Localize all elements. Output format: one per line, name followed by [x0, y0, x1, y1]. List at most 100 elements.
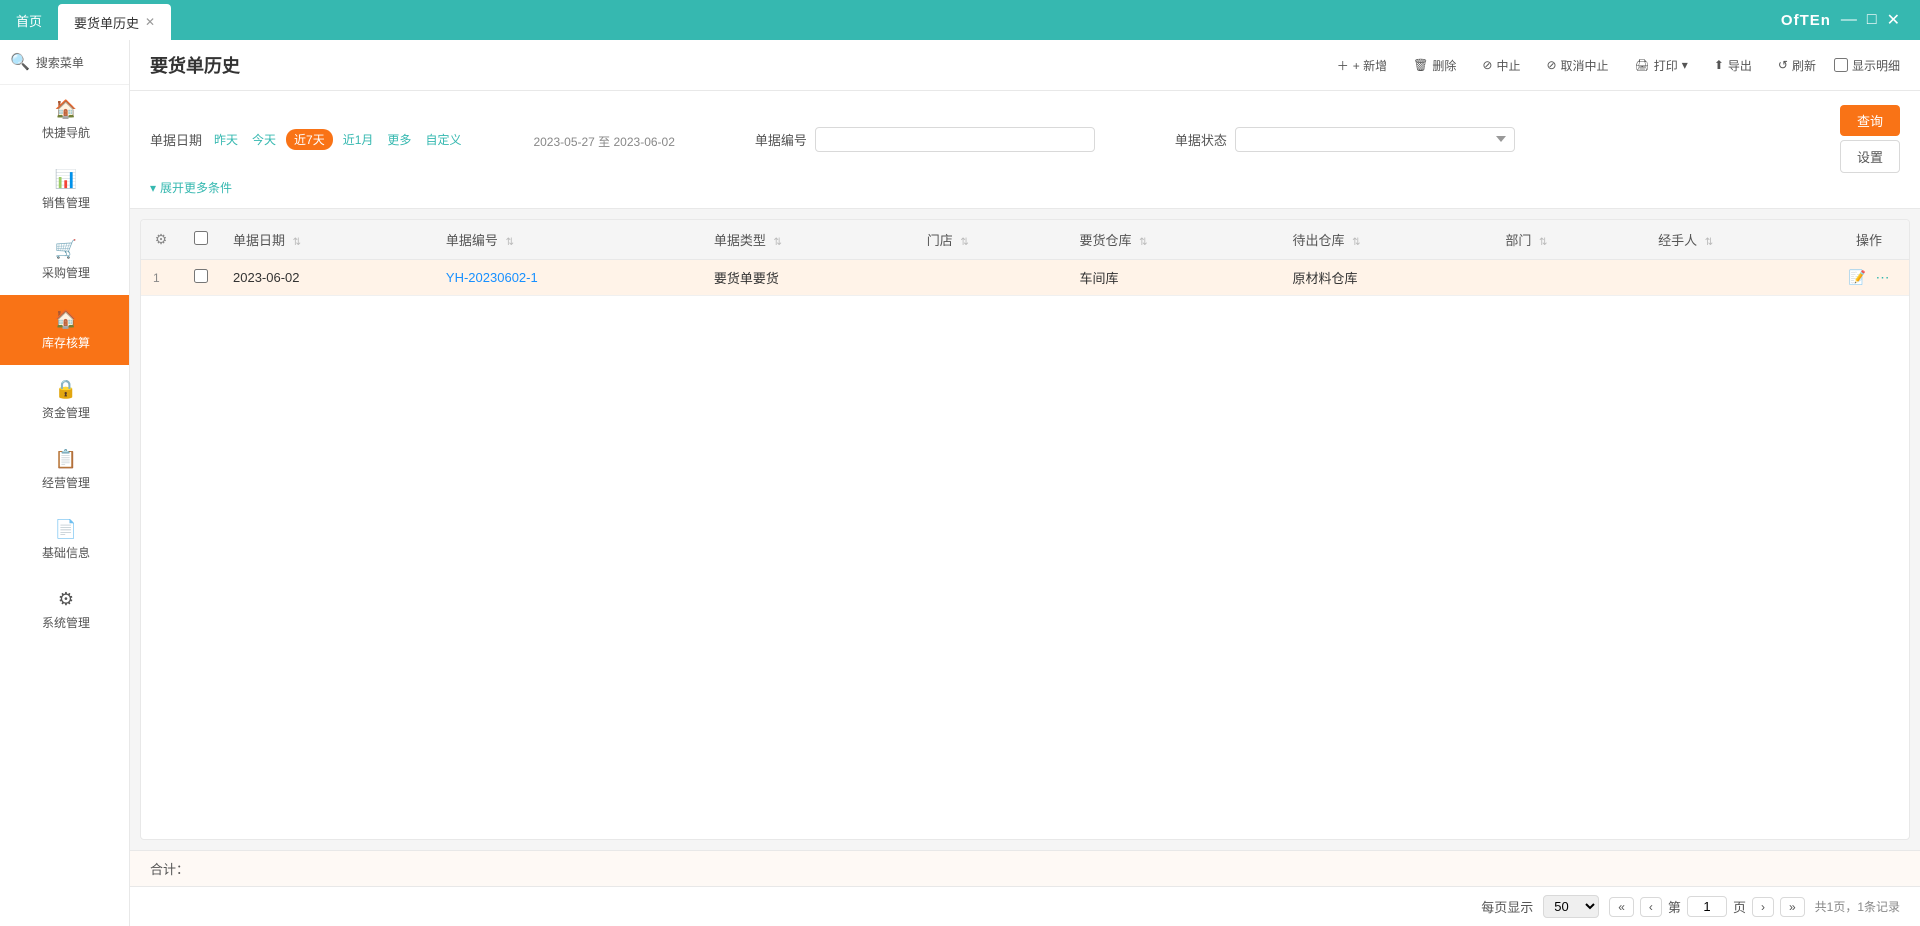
sidebar-item-inventory[interactable]: 🏠 库存核算: [0, 295, 129, 365]
close-window-icon[interactable]: ✕: [1887, 10, 1900, 30]
date-shortcuts: 昨天 今天 近7天 近1月 更多 自定义: [210, 129, 465, 150]
expand-more-button[interactable]: ▾ 展开更多条件: [150, 179, 1900, 196]
sum-label: 合计：: [150, 859, 189, 878]
shortcut-more[interactable]: 更多: [383, 129, 415, 150]
filter-doc-status: 单据状态: [1175, 127, 1515, 152]
sidebar-item-business[interactable]: 📋 经营管理: [0, 435, 129, 505]
shortcut-custom[interactable]: 自定义: [421, 129, 465, 150]
sidebar-item-sales[interactable]: 📊 销售管理: [0, 155, 129, 225]
page-nav: « ‹ 第 页 › »: [1609, 896, 1804, 917]
tab-close-icon[interactable]: ✕: [145, 15, 155, 29]
tab-active[interactable]: 要货单历史 ✕: [58, 4, 171, 40]
settings-button[interactable]: 设置: [1840, 140, 1900, 173]
sort-pending-warehouse-icon[interactable]: ⇅: [1352, 237, 1360, 248]
shortcut-7days[interactable]: 近7天: [286, 129, 333, 150]
col-doc-date: 单据日期 ⇅: [221, 220, 434, 260]
sidebar-search-label: 搜索菜单: [36, 54, 84, 71]
new-button[interactable]: ＋ + 新增: [1329, 53, 1395, 78]
col-checkbox-header: [181, 220, 221, 260]
new-icon: ＋: [1337, 57, 1349, 74]
stop-button[interactable]: ⊘ 中止: [1474, 53, 1528, 78]
doc-status-label: 单据状态: [1175, 130, 1227, 149]
doc-no-input[interactable]: [815, 127, 1095, 152]
col-store: 门店 ⇅: [915, 220, 1068, 260]
sort-req-warehouse-icon[interactable]: ⇅: [1139, 237, 1147, 248]
sidebar-item-purchase[interactable]: 🛒 采购管理: [0, 225, 129, 295]
top-bar-right: OfTEn — □ ✕: [1781, 10, 1920, 30]
display-detail-checkbox[interactable]: [1834, 58, 1848, 72]
row-checkbox[interactable]: [194, 269, 208, 283]
col-department: 部门 ⇅: [1493, 220, 1646, 260]
display-detail-check[interactable]: 显示明细: [1834, 57, 1900, 74]
filter-area: 单据日期 昨天 今天 近7天 近1月 更多 自定义 2023-05-27 至 2…: [130, 91, 1920, 209]
export-button[interactable]: ⬆ 导出: [1706, 53, 1760, 78]
col-doc-no: 单据编号 ⇅: [434, 220, 702, 260]
print-dropdown-icon: ▾: [1682, 58, 1688, 72]
per-page-select[interactable]: 50 10 20 100: [1543, 895, 1599, 918]
page-input[interactable]: [1687, 896, 1727, 917]
content-area: 要货单历史 ＋ + 新增 🗑 删除 ⊘ 中止 ⊘ 取消中止: [130, 40, 1920, 926]
row-more-icon[interactable]: ⋯: [1876, 269, 1890, 285]
query-button[interactable]: 查询: [1840, 105, 1900, 136]
delete-button[interactable]: 🗑 删除: [1405, 53, 1464, 78]
maximize-icon[interactable]: □: [1867, 11, 1877, 29]
finance-icon: 🔒: [55, 379, 77, 400]
sidebar-search[interactable]: 🔍 搜索菜单: [0, 40, 129, 85]
sort-doc-no-icon[interactable]: ⇅: [506, 237, 514, 248]
shortcut-1month[interactable]: 近1月: [339, 129, 378, 150]
row-doc-type: 要货单要货: [702, 260, 915, 296]
main-layout: 🔍 搜索菜单 🏠 快捷导航 📊 销售管理 🛒 采购管理 🏠 库存核算 🔒 资金管…: [0, 40, 1920, 926]
col-doc-type: 单据类型 ⇅: [702, 220, 915, 260]
refresh-button[interactable]: ↺ 刷新: [1770, 53, 1824, 78]
sidebar: 🔍 搜索菜单 🏠 快捷导航 📊 销售管理 🛒 采购管理 🏠 库存核算 🔒 资金管…: [0, 40, 130, 926]
expand-more-icon: ▾: [150, 181, 156, 195]
cancel-stop-icon: ⊘: [1546, 58, 1556, 72]
col-settings: ⚙: [141, 220, 181, 260]
shortcut-yesterday[interactable]: 昨天: [210, 129, 242, 150]
row-edit-icon[interactable]: 📝: [1848, 269, 1865, 285]
doc-status-select[interactable]: [1235, 127, 1515, 152]
sort-doc-type-icon[interactable]: ⇅: [773, 237, 781, 248]
date-range-text: 2023-05-27 至 2023-06-02: [533, 135, 674, 149]
doc-date-label: 单据日期: [150, 130, 202, 149]
minimize-icon[interactable]: —: [1841, 11, 1857, 29]
sidebar-item-finance[interactable]: 🔒 资金管理: [0, 365, 129, 435]
page-label: 第: [1668, 897, 1681, 916]
next-page-button[interactable]: ›: [1752, 897, 1774, 917]
brand-text: OfTEn: [1781, 12, 1831, 29]
sidebar-item-label: 系统管理: [42, 614, 90, 631]
table-gear-icon[interactable]: ⚙: [155, 231, 168, 247]
tab-list: 首页 要货单历史 ✕: [0, 0, 171, 40]
row-req-warehouse: 车间库: [1068, 260, 1281, 296]
sort-department-icon[interactable]: ⇅: [1539, 237, 1547, 248]
pagination-info: 共1页，1条记录: [1815, 898, 1900, 915]
basic-info-icon: 📄: [55, 519, 77, 540]
prev-page-button[interactable]: ‹: [1640, 897, 1662, 917]
sort-doc-date-icon[interactable]: ⇅: [293, 237, 301, 248]
filter-doc-no: 单据编号: [755, 127, 1095, 152]
sidebar-item-basic-info[interactable]: 📄 基础信息: [0, 505, 129, 575]
doc-no-link[interactable]: YH-20230602-1: [446, 270, 538, 285]
sidebar-item-label: 资金管理: [42, 404, 90, 421]
sort-store-icon[interactable]: ⇅: [960, 237, 968, 248]
display-detail-label: 显示明细: [1852, 57, 1900, 74]
col-handler: 经手人 ⇅: [1646, 220, 1829, 260]
data-table: ⚙ 单据日期 ⇅ 单据编号 ⇅: [141, 220, 1909, 296]
last-page-button[interactable]: »: [1780, 897, 1805, 917]
tab-home[interactable]: 首页: [0, 0, 58, 40]
cancel-stop-button[interactable]: ⊘ 取消中止: [1538, 53, 1616, 78]
sidebar-item-system[interactable]: ⚙ 系统管理: [0, 575, 129, 645]
sidebar-item-quick-nav[interactable]: 🏠 快捷导航: [0, 85, 129, 155]
delete-icon: 🗑: [1413, 58, 1428, 72]
page-header: 要货单历史 ＋ + 新增 🗑 删除 ⊘ 中止 ⊘ 取消中止: [130, 40, 1920, 91]
shortcut-today[interactable]: 今天: [248, 129, 280, 150]
sidebar-item-label: 快捷导航: [42, 124, 90, 141]
select-all-checkbox[interactable]: [194, 231, 208, 245]
filter-doc-date: 单据日期 昨天 今天 近7天 近1月 更多 自定义 2023-05-27 至 2…: [150, 129, 675, 150]
row-department: [1493, 260, 1646, 296]
sort-handler-icon[interactable]: ⇅: [1705, 237, 1713, 248]
first-page-button[interactable]: «: [1609, 897, 1634, 917]
print-button[interactable]: 🖨 打印 ▾: [1627, 53, 1696, 78]
print-label: 打印: [1654, 57, 1678, 74]
pagination-bar: 每页显示 50 10 20 100 « ‹ 第 页 › » 共1页，1条记录: [130, 886, 1920, 926]
